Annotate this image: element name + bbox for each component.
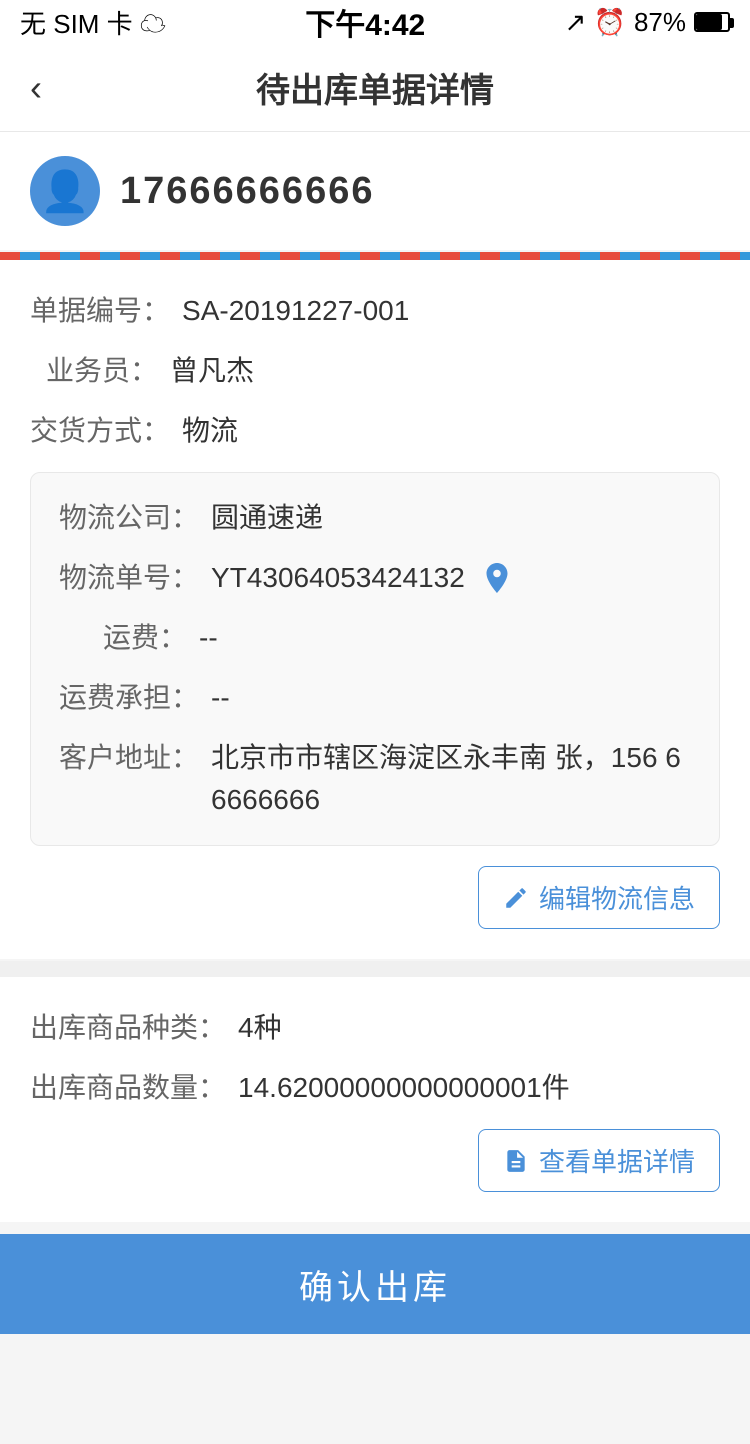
- freight-bear-value: --: [211, 677, 691, 719]
- battery-bar: [694, 12, 730, 32]
- freight-label: 运费：: [59, 617, 199, 659]
- tracking-number-row: 物流单号： YT43064053424132: [59, 557, 691, 599]
- delivery-method-row: 交货方式： 物流: [30, 410, 720, 452]
- freight-bear-row: 运费承担： --: [59, 677, 691, 719]
- edit-logistics-label: 编辑物流信息: [539, 879, 695, 916]
- order-number-row: 单据编号： SA-20191227-001: [30, 290, 720, 332]
- location-icon: [479, 560, 515, 596]
- confirm-button[interactable]: 确认出库: [0, 1234, 750, 1334]
- view-detail-container: 查看单据详情: [30, 1129, 720, 1192]
- product-type-row: 出库商品种类： 4种: [30, 1007, 720, 1049]
- sim-status: 无 SIM 卡 ☁: [20, 4, 166, 41]
- delivery-method-value: 物流: [182, 410, 720, 452]
- product-section: 出库商品种类： 4种 出库商品数量： 14.62000000000000001件…: [0, 977, 750, 1222]
- salesperson-value: 曾凡杰: [170, 350, 720, 392]
- logistics-company-value: 圆通速递: [211, 497, 691, 539]
- salesperson-label: 业务员：: [30, 350, 170, 392]
- avatar: 👤: [30, 156, 100, 226]
- back-button[interactable]: ‹: [30, 70, 42, 106]
- product-count-row: 出库商品数量： 14.62000000000000001件: [30, 1067, 720, 1109]
- customer-header: 👤 17666666666: [0, 132, 750, 250]
- tracking-number-label: 物流单号：: [59, 557, 211, 599]
- edit-icon: [503, 885, 529, 911]
- view-detail-button[interactable]: 查看单据详情: [478, 1129, 720, 1192]
- product-count-value: 14.62000000000000001件: [238, 1067, 720, 1109]
- status-time: 下午4:42: [305, 0, 425, 44]
- order-number-value: SA-20191227-001: [182, 290, 720, 332]
- customer-phone: 17666666666: [120, 170, 374, 213]
- page-title: 待出库单据详情: [256, 63, 494, 112]
- product-type-label: 出库商品种类：: [30, 1007, 238, 1049]
- battery-icon: ↗ ⏰: [565, 7, 626, 38]
- view-detail-label: 查看单据详情: [539, 1142, 695, 1179]
- status-left: 无 SIM 卡 ☁: [20, 4, 166, 41]
- freight-row: 运费： --: [59, 617, 691, 659]
- address-value: 北京市市辖区海淀区永丰南 张，156 66666666: [211, 737, 691, 821]
- status-right: ↗ ⏰ 87%: [565, 7, 730, 38]
- freight-value: --: [199, 617, 691, 659]
- salesperson-row: 业务员： 曾凡杰: [30, 350, 720, 392]
- edit-logistics-button[interactable]: 编辑物流信息: [478, 866, 720, 929]
- order-number-label: 单据编号：: [30, 290, 182, 332]
- delivery-method-label: 交货方式：: [30, 410, 182, 452]
- product-count-label: 出库商品数量：: [30, 1067, 238, 1109]
- battery-level: 87%: [634, 7, 686, 38]
- logistics-company-label: 物流公司：: [59, 497, 211, 539]
- section-divider: [0, 961, 750, 977]
- confirm-label: 确认出库: [299, 1260, 451, 1309]
- nav-bar: ‹ 待出库单据详情: [0, 44, 750, 132]
- status-bar: 无 SIM 卡 ☁ 下午4:42 ↗ ⏰ 87%: [0, 0, 750, 44]
- order-info-section: 单据编号： SA-20191227-001 业务员： 曾凡杰 交货方式： 物流 …: [0, 260, 750, 959]
- address-label: 客户地址：: [59, 737, 211, 779]
- edit-logistics-container: 编辑物流信息: [30, 866, 720, 929]
- logistics-card: 物流公司： 圆通速递 物流单号： YT43064053424132 运费： --…: [30, 472, 720, 846]
- dashed-divider: [0, 252, 750, 260]
- avatar-icon: 👤: [40, 168, 90, 215]
- product-type-value: 4种: [238, 1007, 720, 1049]
- logistics-company-row: 物流公司： 圆通速递: [59, 497, 691, 539]
- freight-bear-label: 运费承担：: [59, 677, 211, 719]
- address-row: 客户地址： 北京市市辖区海淀区永丰南 张，156 66666666: [59, 737, 691, 821]
- document-icon: [503, 1148, 529, 1174]
- tracking-number-value: YT43064053424132: [211, 557, 691, 599]
